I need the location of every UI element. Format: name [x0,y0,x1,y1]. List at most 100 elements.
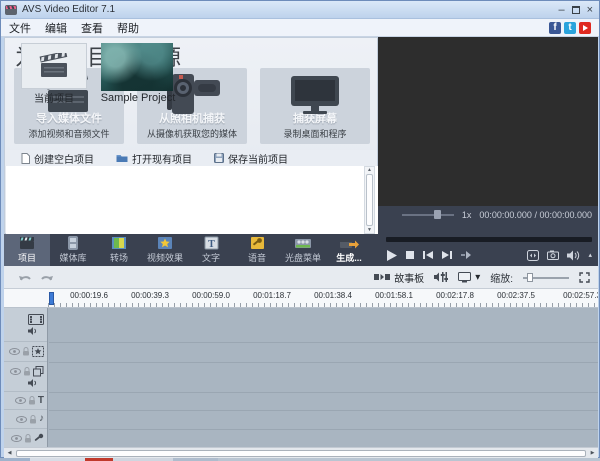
time-display: 00:00:00.000 / 00:00:00.000 [479,210,592,220]
menu-help[interactable]: 帮助 [117,20,139,36]
eye-icon[interactable] [11,434,22,442]
fullscreen-button[interactable] [527,249,540,261]
audio-track-header[interactable]: ♪ [4,410,47,429]
ruler-label: 00:02:17.8 [436,291,474,300]
preview-control-bar: 1x 00:00:00.000 / 00:00:00.000 [378,206,598,234]
voice-mic-icon [34,433,44,443]
scroll-right-icon[interactable]: ▶ [587,450,598,456]
eye-icon[interactable] [16,415,27,423]
save-project-link[interactable]: 保存当前项目 [214,151,288,166]
step-forward-button[interactable] [461,251,471,259]
menu-edit[interactable]: 编辑 [45,20,67,36]
lock-icon[interactable] [29,414,37,424]
eye-icon[interactable] [10,368,21,375]
menu-bar: 文件 编辑 查看 帮助 f t [1,19,599,37]
ruler-tick-marks [48,303,598,307]
track-row-dividers [49,308,598,447]
eye-icon[interactable] [9,348,20,355]
ruler-label: 00:01:18.7 [253,291,291,300]
title-bar[interactable]: AVS Video Editor 7.1 – × [1,1,599,19]
capture-screen-card[interactable]: 捕获屏幕 录制桌面和程序 [260,68,370,144]
horizontal-scroll-thumb[interactable] [16,449,586,457]
close-button[interactable]: × [587,4,593,15]
effects-track-icon [32,346,44,357]
zoom-slider-thumb[interactable] [527,272,533,282]
ruler-label: 00:00:19.6 [70,291,108,300]
monitor-icon [260,72,370,116]
capture-camera-subtitle: 从摄像机获取您的媒体 [146,129,237,139]
timeline-horizontal-scrollbar[interactable]: ◀ ▶ [4,447,598,458]
timeline-ruler[interactable]: 00:00:19.6 00:00:39.3 00:00:59.0 00:01:1… [4,289,598,308]
lock-icon[interactable] [24,433,32,443]
text-track-icon: T [37,394,44,406]
project-clapper-icon [18,236,36,250]
open-project-link[interactable]: 打开现有项目 [116,151,192,166]
lock-icon[interactable] [23,367,31,376]
tab-transitions[interactable]: 转场 [96,234,142,266]
youtube-icon[interactable] [579,21,591,34]
stop-button[interactable] [406,251,414,259]
redo-button[interactable] [40,272,54,282]
storyboard-toggle[interactable]: 故事板 [374,270,424,285]
facebook-icon[interactable]: f [549,21,561,34]
audio-mixer-button[interactable] [434,271,449,283]
capture-screen-subtitle: 录制桌面和程序 [283,129,347,139]
new-document-icon [21,152,30,164]
previous-button[interactable] [423,251,433,259]
minimize-button[interactable]: – [558,4,564,15]
music-note-icon: ♪ [39,413,44,424]
overlay-track-header[interactable] [4,362,47,392]
preview-panel: 1x 00:00:00.000 / 00:00:00.000 [378,37,598,234]
create-blank-project-link[interactable]: 创建空白项目 [21,151,94,166]
twitter-icon[interactable]: t [564,21,576,34]
scroll-left-icon[interactable]: ◀ [4,450,15,456]
vertical-scroll-thumb[interactable] [366,174,373,226]
tab-voice[interactable]: 语音 [234,234,280,266]
tab-video-effects[interactable]: 视频效果 [142,234,188,266]
voice-track-header[interactable] [4,429,47,447]
next-button[interactable] [442,251,452,259]
tab-project[interactable]: 项目 [4,234,50,266]
projects-vertical-scrollbar[interactable]: ▲ ▼ [364,166,375,234]
effects-track-header[interactable] [4,342,47,362]
text-track-header[interactable]: T [4,392,47,410]
video-track-header[interactable] [4,308,47,342]
volume-expand-icon[interactable]: ▴ [588,251,592,259]
scroll-down-icon[interactable]: ▼ [367,227,372,233]
maximize-button[interactable] [571,5,580,14]
current-project-thumbnail[interactable] [21,43,87,89]
tab-produce[interactable]: 生成... [326,234,372,266]
seek-bar[interactable] [386,237,592,242]
timeline-tracks-area[interactable]: T ♪ [4,308,598,447]
ruler-label: 00:00:59.0 [192,291,230,300]
ruler-label: 00:00:39.3 [131,291,169,300]
tab-text[interactable]: T 文字 [188,234,234,266]
eye-icon[interactable] [14,397,26,404]
fit-timeline-button[interactable] [579,271,590,283]
lock-icon[interactable] [28,396,36,405]
sample-project-thumbnail[interactable] [101,43,173,91]
snapshot-button[interactable] [547,250,560,260]
display-mode-button[interactable]: ▾ [458,271,480,283]
monitor-small-icon [458,271,472,283]
timeline-zoom-slider[interactable] [523,272,569,282]
open-folder-icon [116,153,128,163]
scroll-up-icon[interactable]: ▲ [367,167,372,173]
undo-button[interactable] [18,272,32,282]
playhead-marker[interactable] [49,292,54,305]
speed-slider[interactable] [401,210,454,219]
ruler-label: 00:01:38.4 [314,291,352,300]
svg-text:T: T [208,239,215,250]
ruler-label: 00:01:58.1 [375,291,413,300]
volume-button[interactable] [567,250,580,261]
video-frame-icon [28,314,44,325]
speed-slider-thumb[interactable] [433,210,441,219]
overlay-audio-speaker-icon [28,379,38,387]
tab-disc-menu[interactable]: 光盘菜单 [280,234,326,266]
play-button[interactable] [386,249,397,261]
tab-media-library[interactable]: 媒体库 [50,234,96,266]
lock-icon[interactable] [22,347,30,356]
menu-view[interactable]: 查看 [81,20,103,36]
welcome-panel: 为新项目选择源 导入媒体文件 添加视频和音频文件 从照相机捕获 从摄像机获取您的… [4,37,378,234]
menu-file[interactable]: 文件 [9,20,31,36]
